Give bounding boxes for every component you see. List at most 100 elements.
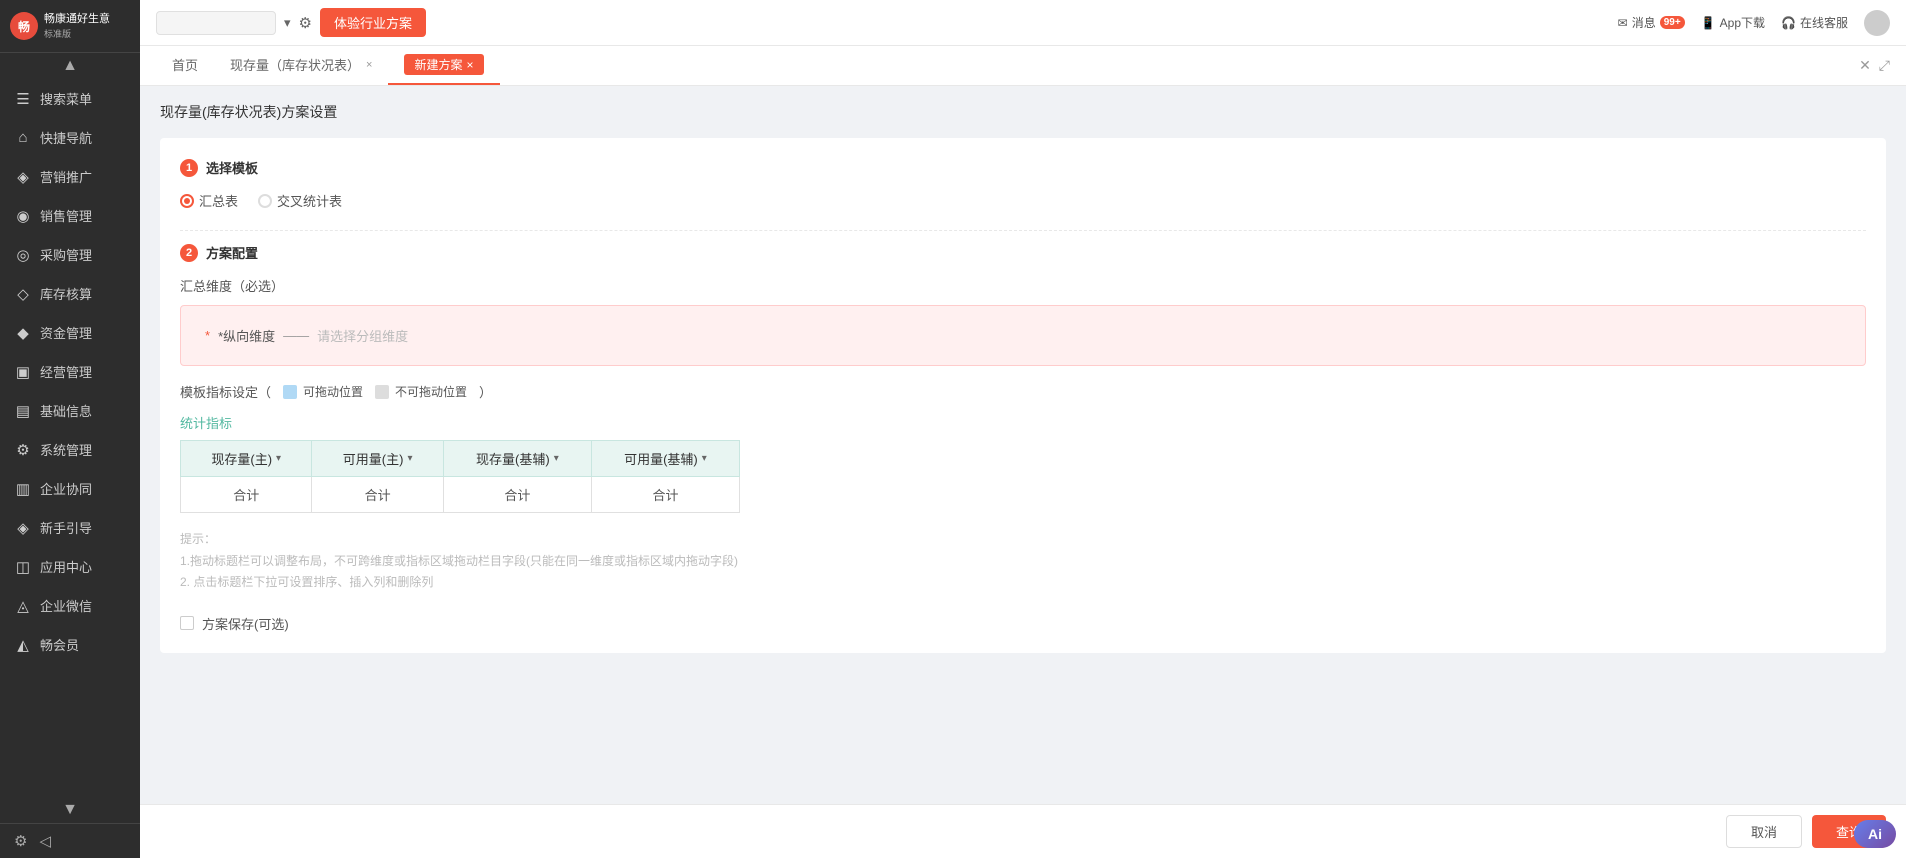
new-plan-close[interactable]: × — [466, 58, 473, 72]
sidebar-item-system[interactable]: ⚙ 系统管理 — [0, 430, 140, 469]
sidebar-item-management[interactable]: ▣ 经营管理 — [0, 352, 140, 391]
tab-inventory-close[interactable]: × — [366, 59, 372, 71]
draggable-label: 可拖动位置 — [303, 383, 363, 400]
page-title: 现存量(库存状况表)方案设置 — [160, 102, 1886, 122]
sidebar-item-label: 新手引导 — [40, 518, 92, 537]
search-input[interactable] — [156, 11, 276, 35]
sidebar-scroll-up[interactable]: ▲ — [0, 53, 140, 79]
save-row: 方案保存(可选) — [180, 614, 1866, 633]
sidebar-item-finance[interactable]: ◆ 资金管理 — [0, 313, 140, 352]
dimension-selector-area[interactable]: * *纵向维度 —— 请选择分组维度 — [180, 305, 1866, 366]
sidebar-item-app-center[interactable]: ◫ 应用中心 — [0, 547, 140, 586]
tab-home[interactable]: 首页 — [156, 46, 214, 85]
table-header-0[interactable]: 现存量(主) ▾ — [181, 441, 312, 477]
non-draggable-indicator — [375, 385, 389, 399]
dash: —— — [283, 328, 309, 343]
chevron-down-icon: ▾ — [554, 453, 559, 464]
table-header-3[interactable]: 可用量(基辅) ▾ — [591, 441, 739, 477]
indicator-settings-row: 模板指标设定（ 可拖动位置 不可拖动位置 ） — [180, 382, 1866, 401]
radio-summary-table[interactable]: 汇总表 — [180, 191, 238, 210]
sidebar-item-wechat[interactable]: ◬ 企业微信 — [0, 586, 140, 625]
cancel-button[interactable]: 取消 — [1726, 815, 1802, 848]
sidebar-item-guide[interactable]: ◈ 新手引导 — [0, 508, 140, 547]
app-center-icon: ◫ — [14, 558, 32, 576]
ai-badge[interactable]: Ai — [1854, 820, 1896, 848]
sidebar-item-label: 资金管理 — [40, 323, 92, 342]
close-panel-icon[interactable]: ✕ — [1859, 57, 1871, 74]
step2-title: 方案配置 — [206, 243, 258, 262]
tab-inventory-label: 现存量（库存状况表） — [230, 55, 360, 74]
sidebar-item-label: 营销推广 — [40, 167, 92, 186]
chevron-down-icon: ▾ — [702, 453, 707, 464]
content-area: 现存量(库存状况表)方案设置 1 选择模板 汇总表 — [140, 86, 1906, 804]
table-cell-3: 合计 — [591, 477, 739, 513]
user-avatar[interactable] — [1864, 10, 1890, 36]
tabs-bar: 首页 现存量（库存状况表） × 新建方案 × ✕ ⤢ — [140, 46, 1906, 86]
online-service-item[interactable]: 🎧 在线客服 — [1781, 14, 1848, 31]
sidebar-item-search[interactable]: ☰ 搜索菜单 — [0, 79, 140, 118]
tip-item-1: 1.拖动标题栏可以调整布局，不可跨维度或指标区域拖动栏目字段(只能在同一维度或指… — [180, 551, 1866, 573]
wechat-icon: ◬ — [14, 597, 32, 615]
step1-title: 选择模板 — [206, 158, 258, 177]
sidebar-bottom: ⚙ ◁ — [0, 823, 140, 858]
expand-icon[interactable]: ⤢ — [1879, 57, 1890, 74]
radio-cross-table[interactable]: 交叉统计表 — [258, 191, 342, 210]
tab-home-label: 首页 — [172, 55, 198, 74]
required-star: * — [205, 328, 210, 343]
gear-icon[interactable]: ⚙ — [299, 14, 312, 32]
sidebar-item-purchase[interactable]: ◎ 采购管理 — [0, 235, 140, 274]
dropdown-icon[interactable]: ▾ — [284, 15, 291, 31]
stats-label: 统计指标 — [180, 413, 1866, 432]
table-header-1[interactable]: 可用量(主) ▾ — [312, 441, 443, 477]
sidebar-item-marketing[interactable]: ◈ 营销推广 — [0, 157, 140, 196]
new-plan-label: 新建方案 — [414, 56, 462, 73]
table-header-2[interactable]: 现存量(基辅) ▾ — [443, 441, 591, 477]
indicator-close: ） — [479, 382, 492, 401]
sidebar-item-sales[interactable]: ◉ 销售管理 — [0, 196, 140, 235]
app-download-label: App下载 — [1720, 14, 1765, 31]
phone-icon: 📱 — [1701, 16, 1716, 30]
settings-icon[interactable]: ⚙ — [14, 832, 27, 850]
volume-icon[interactable]: ◁ — [39, 832, 51, 850]
sidebar-item-collab[interactable]: ▥ 企业协同 — [0, 469, 140, 508]
marketing-icon: ◈ — [14, 168, 32, 186]
tab-inventory-status[interactable]: 现存量（库存状况表） × — [214, 46, 388, 85]
step1-badge: 1 — [180, 159, 198, 177]
tips-title: 提示： — [180, 532, 216, 546]
sidebar-item-member[interactable]: ◭ 畅会员 — [0, 625, 140, 664]
sidebar-scroll-down[interactable]: ▼ — [0, 797, 140, 823]
step1-section: 1 选择模板 汇总表 交叉统计表 — [180, 158, 1866, 210]
search-menu-icon: ☰ — [14, 90, 32, 108]
chevron-down-icon: ▾ — [407, 453, 412, 464]
messages-label: 消息 — [1632, 14, 1656, 31]
industry-plan-button[interactable]: 体验行业方案 — [320, 8, 426, 37]
messages-item[interactable]: ✉ 消息 99+ — [1618, 14, 1685, 31]
save-checkbox[interactable] — [180, 616, 194, 630]
vertical-dimension-label: *纵向维度 — [218, 326, 275, 345]
sidebar-item-label: 快捷导航 — [40, 128, 92, 147]
logo-icon: 畅 — [10, 12, 38, 40]
sidebar-item-quick-nav[interactable]: ⌂ 快捷导航 — [0, 118, 140, 157]
table-cell-2: 合计 — [443, 477, 591, 513]
sidebar-item-basic-info[interactable]: ▤ 基础信息 — [0, 391, 140, 430]
management-icon: ▣ — [14, 363, 32, 381]
collab-icon: ▥ — [14, 480, 32, 498]
inventory-icon: ◇ — [14, 285, 32, 303]
dimension-placeholder: 请选择分组维度 — [317, 326, 408, 345]
radio-label-cross: 交叉统计表 — [277, 191, 342, 210]
stats-table: 现存量(主) ▾ 可用量(主) ▾ — [180, 440, 740, 513]
tab-new-plan[interactable]: 新建方案 × — [388, 46, 499, 85]
purchase-icon: ◎ — [14, 246, 32, 264]
sidebar-item-label: 经营管理 — [40, 362, 92, 381]
app-version: 标准版 — [44, 27, 110, 40]
settings-card: 1 选择模板 汇总表 交叉统计表 — [160, 138, 1886, 653]
sidebar-item-label: 采购管理 — [40, 245, 92, 264]
sidebar-nav: ☰ 搜索菜单 ⌂ 快捷导航 ◈ 营销推广 ◉ 销售管理 ◎ 采购管理 ◇ 库存核… — [0, 79, 140, 797]
sidebar-item-inventory[interactable]: ◇ 库存核算 — [0, 274, 140, 313]
table-row: 合计 合计 合计 合计 — [181, 477, 740, 513]
radio-label-summary: 汇总表 — [199, 191, 238, 210]
chevron-down-icon: ▾ — [276, 453, 281, 464]
summary-dimension-label: 汇总维度（必选） — [180, 276, 1866, 295]
sidebar-logo: 畅 畅康通好生意 标准版 — [0, 0, 140, 53]
app-download-item[interactable]: 📱 App下载 — [1701, 14, 1765, 31]
